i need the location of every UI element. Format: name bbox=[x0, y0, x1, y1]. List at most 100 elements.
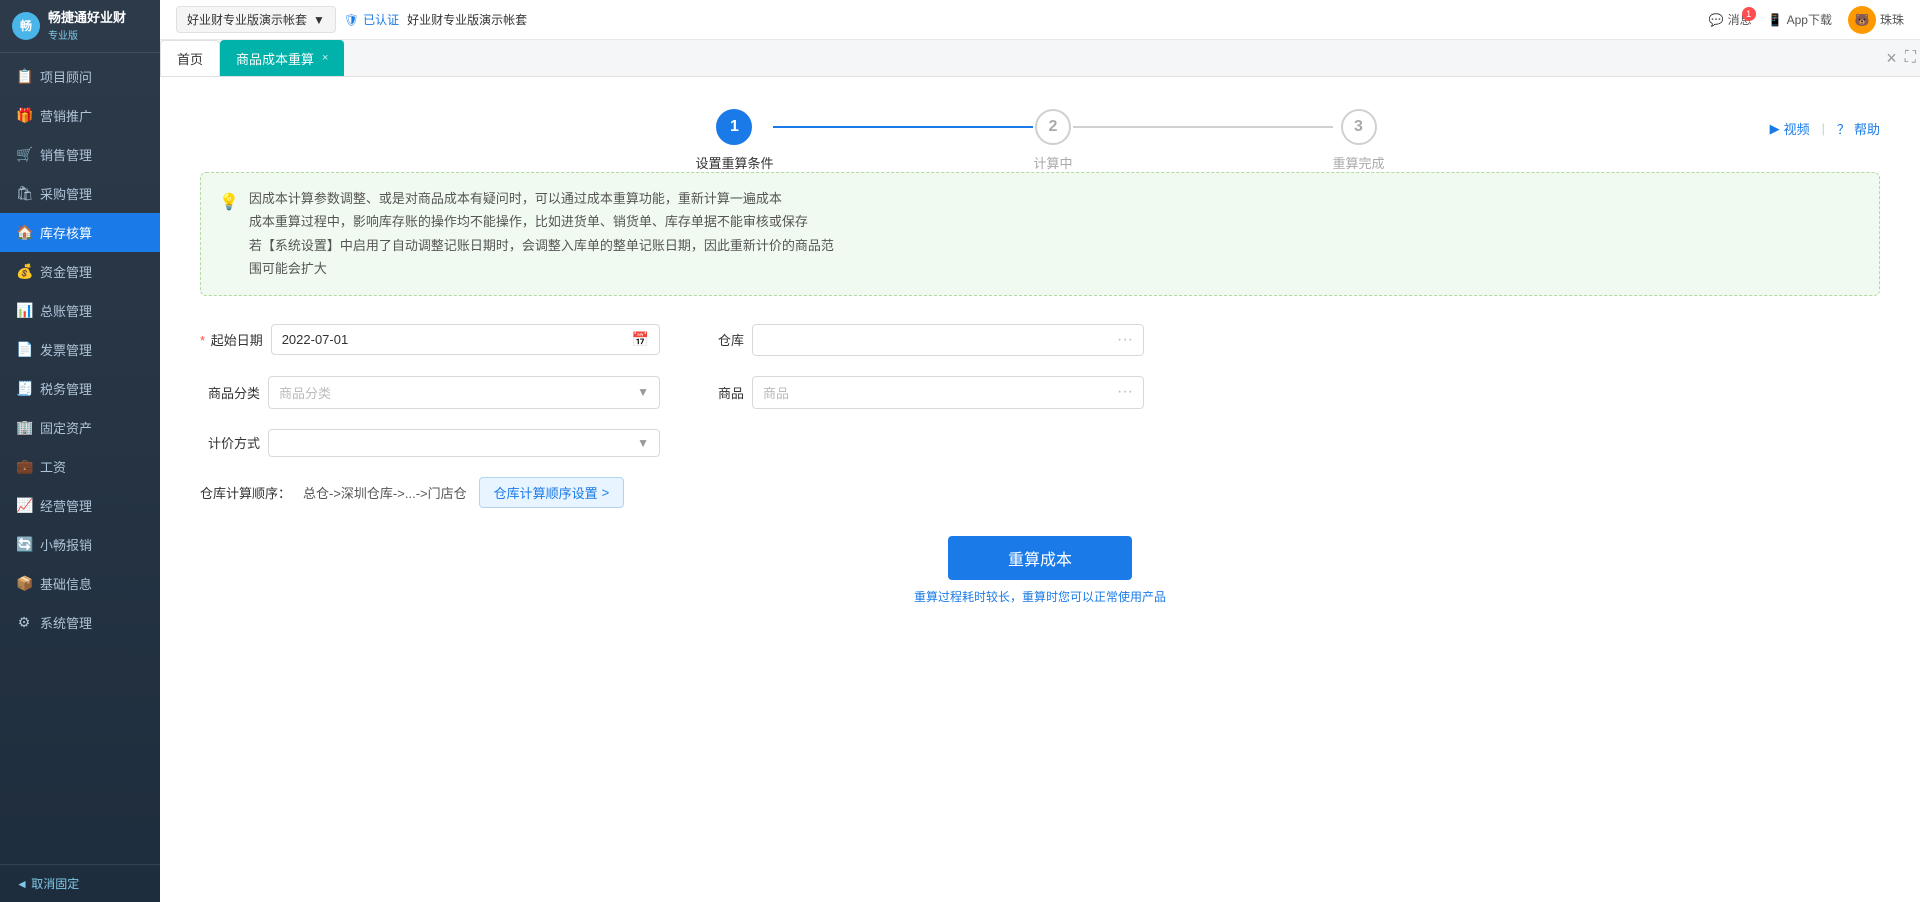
account-selector-text: 好业财专业版演示帐套 bbox=[187, 11, 307, 28]
asset-icon: 🏢 bbox=[16, 419, 32, 436]
tab-bar-left: 首页 商品成本重算 × bbox=[160, 40, 344, 76]
sidebar-item-label: 资金管理 bbox=[40, 262, 92, 281]
calculate-btn-label: 重算成本 bbox=[1008, 552, 1072, 569]
warehouse-group: 仓库 ··· bbox=[684, 324, 1144, 356]
divider: | bbox=[1822, 121, 1825, 136]
help-label: 帮助 bbox=[1854, 119, 1880, 138]
product-group: 商品 商品 ··· bbox=[684, 376, 1144, 409]
sidebar-item-label: 项目顾问 bbox=[40, 67, 92, 86]
phone-icon: 📱 bbox=[1768, 13, 1783, 27]
info-line-4: 围可能会扩大 bbox=[249, 257, 834, 280]
app-header: 好业财专业版演示帐套 ▼ 🛡 已认证 好业财专业版演示帐套 💬 消息 1 📱 A… bbox=[160, 0, 1920, 40]
app-title: 畅捷通好业财 bbox=[48, 10, 126, 27]
product-placeholder: 商品 bbox=[763, 383, 789, 402]
system-icon: ⚙ bbox=[16, 614, 32, 631]
user-avatar[interactable]: 🐻 珠珠 bbox=[1848, 6, 1904, 34]
tab-home[interactable]: 首页 bbox=[160, 40, 220, 76]
step-2-circle: 2 bbox=[1035, 109, 1071, 145]
header-left: 好业财专业版演示帐套 ▼ 🛡 已认证 好业财专业版演示帐套 bbox=[176, 6, 527, 33]
sidebar-item-operation[interactable]: 📈 经营管理 bbox=[0, 486, 160, 525]
step-2-label: 计算中 bbox=[1033, 153, 1072, 172]
help-link[interactable]: ？ 帮助 bbox=[1837, 119, 1880, 138]
content-inner: 1 设置重算条件 2 计算中 3 重算完成 bbox=[160, 77, 1920, 902]
sales-icon: 🛒 bbox=[16, 146, 32, 163]
tab-recalc[interactable]: 商品成本重算 × bbox=[220, 40, 344, 76]
warehouse-input[interactable]: ··· bbox=[752, 324, 1144, 356]
window-close-icon[interactable]: × bbox=[1882, 46, 1901, 71]
sidebar-item-tax[interactable]: 🧾 税务管理 bbox=[0, 369, 160, 408]
sidebar-item-xiaochang[interactable]: 🔄 小畅报销 bbox=[0, 525, 160, 564]
sidebar-item-marketing[interactable]: 🎁 营销推广 bbox=[0, 96, 160, 135]
sidebar-item-system[interactable]: ⚙ 系统管理 bbox=[0, 603, 160, 642]
message-icon: 💬 bbox=[1709, 13, 1724, 27]
sidebar-item-label: 固定资产 bbox=[40, 418, 92, 437]
product-label: 商品 bbox=[684, 383, 744, 402]
window-maximize-icon[interactable]: ⛶ bbox=[1901, 47, 1920, 69]
calendar-icon: 📅 bbox=[632, 331, 649, 348]
warehouse-more-icon[interactable]: ··· bbox=[1117, 331, 1133, 349]
tab-bar: 首页 商品成本重算 × × ⛶ bbox=[160, 40, 1920, 77]
main-area: 好业财专业版演示帐套 ▼ 🛡 已认证 好业财专业版演示帐套 💬 消息 1 📱 A… bbox=[160, 0, 1920, 902]
sidebar-item-accounting[interactable]: 📊 总账管理 bbox=[0, 291, 160, 330]
sidebar-item-label: 总账管理 bbox=[40, 301, 92, 320]
app-download-btn[interactable]: 📱 App下载 bbox=[1768, 11, 1832, 28]
step-line-2 bbox=[1073, 126, 1333, 128]
start-date-value: 2022-07-01 bbox=[282, 332, 349, 347]
account-selector[interactable]: 好业财专业版演示帐套 ▼ bbox=[176, 6, 336, 33]
sidebar-item-project[interactable]: 📋 项目顾问 bbox=[0, 57, 160, 96]
video-link[interactable]: ▶ 视频 bbox=[1770, 119, 1810, 138]
sidebar-item-invoice[interactable]: 📄 发票管理 bbox=[0, 330, 160, 369]
sidebar-item-label: 系统管理 bbox=[40, 613, 92, 632]
form-row-1: * 起始日期 2022-07-01 📅 仓库 ··· bbox=[200, 324, 1880, 356]
info-box: 💡 因成本计算参数调整、或是对商品成本有疑问时，可以通过成本重算功能，重新计算一… bbox=[200, 172, 1880, 296]
sidebar-item-sales[interactable]: 🛒 销售管理 bbox=[0, 135, 160, 174]
sidebar-item-inventory[interactable]: 🏠 库存核算 bbox=[0, 213, 160, 252]
sidebar-item-label: 基础信息 bbox=[40, 574, 92, 593]
sidebar-item-label: 工资 bbox=[40, 457, 66, 476]
sidebar-item-basic[interactable]: 📦 基础信息 bbox=[0, 564, 160, 603]
verified-text: 已认证 bbox=[363, 11, 399, 28]
app-subtitle: 专业版 bbox=[48, 27, 126, 42]
inventory-icon: 🏠 bbox=[16, 224, 32, 241]
sidebar-nav: 📋 项目顾问 🎁 营销推广 🛒 销售管理 🛍 采购管理 🏠 库存核算 💰 资金管… bbox=[0, 53, 160, 864]
sidebar-item-label: 库存核算 bbox=[40, 223, 92, 242]
operation-icon: 📈 bbox=[16, 497, 32, 514]
form-row-3: 计价方式 ▼ bbox=[200, 429, 1880, 457]
xiaochang-icon: 🔄 bbox=[16, 536, 32, 553]
step-3-label: 重算完成 bbox=[1333, 153, 1385, 172]
sidebar-unpin-btn[interactable]: ◄ 取消固定 bbox=[0, 864, 160, 902]
start-date-label: * 起始日期 bbox=[200, 330, 263, 349]
calculate-btn[interactable]: 重算成本 bbox=[948, 536, 1132, 580]
marketing-icon: 🎁 bbox=[16, 107, 32, 124]
pricing-input[interactable]: ▼ bbox=[268, 429, 660, 457]
tab-recalc-label: 商品成本重算 bbox=[236, 49, 314, 68]
warehouse-order-btn[interactable]: 仓库计算顺序设置 > bbox=[479, 477, 625, 508]
tab-close-icon[interactable]: × bbox=[322, 52, 328, 64]
start-date-input[interactable]: 2022-07-01 📅 bbox=[271, 324, 660, 355]
account-name: 好业财专业版演示帐套 bbox=[407, 11, 527, 28]
category-label: 商品分类 bbox=[200, 383, 260, 402]
sidebar-item-asset[interactable]: 🏢 固定资产 bbox=[0, 408, 160, 447]
category-input[interactable]: 商品分类 ▼ bbox=[268, 376, 660, 409]
header-right: 💬 消息 1 📱 App下载 🐻 珠珠 bbox=[1709, 6, 1904, 34]
sidebar-item-purchase[interactable]: 🛍 采购管理 bbox=[0, 174, 160, 213]
category-placeholder: 商品分类 bbox=[279, 383, 331, 402]
product-input[interactable]: 商品 ··· bbox=[752, 376, 1144, 409]
step-1-label: 设置重算条件 bbox=[695, 153, 773, 172]
unpin-label: ◄ 取消固定 bbox=[16, 875, 79, 892]
basic-icon: 📦 bbox=[16, 575, 32, 592]
sidebar-item-finance[interactable]: 💰 资金管理 bbox=[0, 252, 160, 291]
product-more-icon[interactable]: ··· bbox=[1117, 383, 1133, 401]
sidebar-item-salary[interactable]: 💼 工资 bbox=[0, 447, 160, 486]
project-icon: 📋 bbox=[16, 68, 32, 85]
warehouse-order-label: 仓库计算顺序： bbox=[200, 483, 291, 502]
start-date-group: * 起始日期 2022-07-01 📅 bbox=[200, 324, 660, 355]
required-star: * bbox=[200, 333, 205, 348]
pricing-label: 计价方式 bbox=[200, 433, 260, 452]
accounting-icon: 📊 bbox=[16, 302, 32, 319]
step-3-circle: 3 bbox=[1341, 109, 1377, 145]
message-btn[interactable]: 💬 消息 1 bbox=[1709, 11, 1752, 28]
pricing-dropdown-icon: ▼ bbox=[637, 436, 649, 450]
category-group: 商品分类 商品分类 ▼ bbox=[200, 376, 660, 409]
video-label: 视频 bbox=[1784, 119, 1810, 138]
